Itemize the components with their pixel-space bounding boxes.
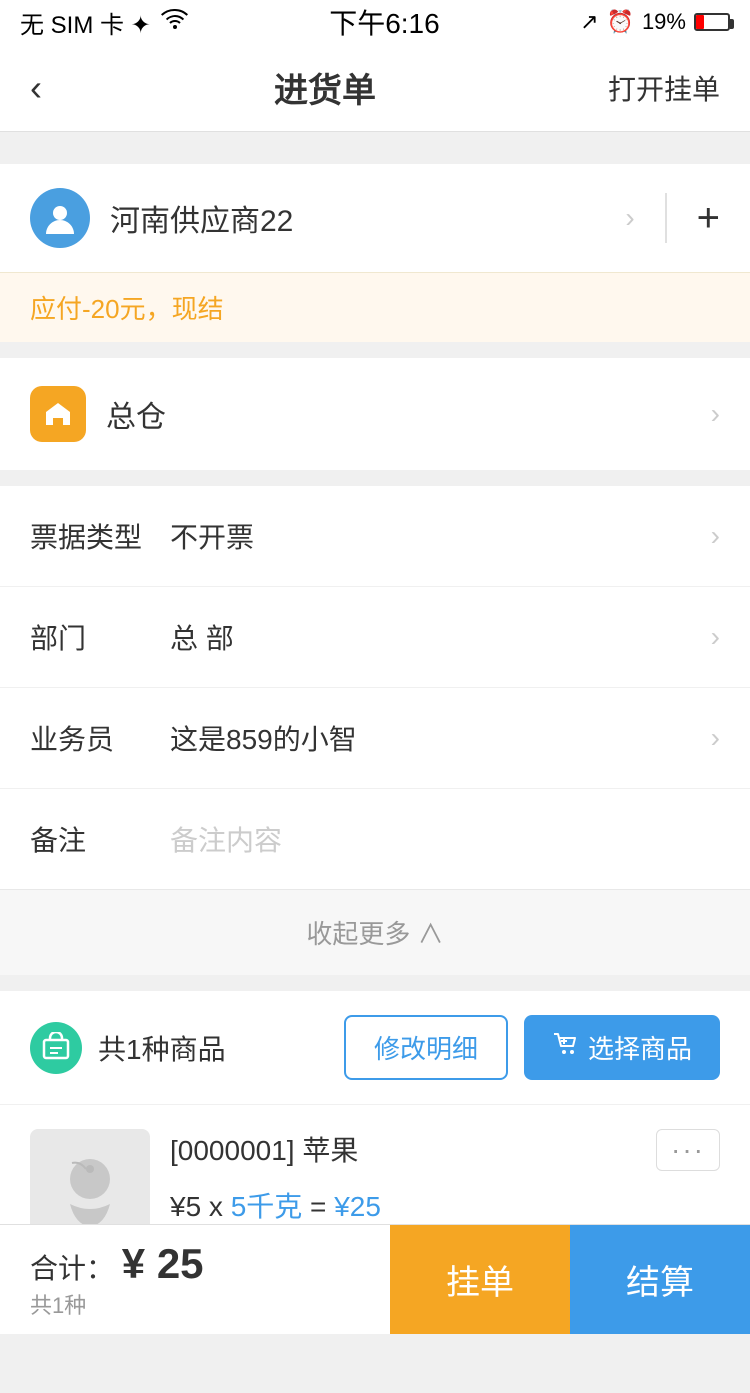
status-time: 下午6:16 bbox=[329, 2, 440, 42]
warehouse-row[interactable]: 总仓 › bbox=[0, 358, 750, 470]
collapse-button[interactable]: 收起更多 ∧ bbox=[0, 889, 750, 975]
warehouse-section: 总仓 › bbox=[0, 358, 750, 470]
separator-1 bbox=[0, 132, 750, 148]
supplier-chevron-icon: › bbox=[625, 202, 634, 234]
remark-label: 备注 bbox=[30, 819, 170, 859]
product-actions: 修改明细 选择商品 bbox=[344, 1015, 720, 1080]
edit-detail-button[interactable]: 修改明细 bbox=[344, 1015, 508, 1080]
product-header: 共1种商品 修改明细 选择商品 bbox=[0, 991, 750, 1105]
product-count-text: 共1种商品 bbox=[98, 1028, 344, 1068]
signal-text: 无 SIM 卡 ✦ bbox=[20, 5, 151, 40]
supplier-actions: › + bbox=[625, 193, 720, 243]
alarm-icon: ⏰ bbox=[607, 9, 634, 35]
nav-bar: ‹ 进货单 打开挂单 bbox=[0, 44, 750, 132]
product-count-icon bbox=[30, 1022, 82, 1074]
form-row-invoice-type[interactable]: 票据类型 不开票 › bbox=[0, 486, 750, 587]
status-right: ↗ ⏰ 19% bbox=[580, 9, 730, 35]
total-row: 合计： ¥ 25 bbox=[30, 1240, 360, 1288]
invoice-type-label: 票据类型 bbox=[30, 516, 170, 556]
select-product-button[interactable]: 选择商品 bbox=[524, 1015, 720, 1080]
wifi-icon bbox=[161, 8, 189, 36]
salesperson-chevron-icon: › bbox=[711, 722, 720, 754]
product-info: [0000001] 苹果 ¥5 x 5千克 = ¥25 bbox=[170, 1129, 656, 1225]
hang-button[interactable]: 挂单 bbox=[390, 1225, 570, 1334]
select-product-label: 选择商品 bbox=[588, 1029, 692, 1066]
total-amount: ¥ 25 bbox=[122, 1240, 204, 1287]
battery-icon bbox=[694, 13, 730, 31]
department-label: 部门 bbox=[30, 617, 170, 657]
department-value: 总 部 bbox=[170, 617, 711, 657]
warehouse-chevron-icon: › bbox=[711, 398, 720, 430]
bottom-bar: 合计： ¥ 25 共1种 挂单 结算 bbox=[0, 1224, 750, 1334]
supplier-avatar bbox=[30, 188, 90, 248]
status-bar: 无 SIM 卡 ✦ 下午6:16 ↗ ⏰ 19% bbox=[0, 0, 750, 44]
add-supplier-button[interactable]: + bbox=[697, 196, 720, 241]
supplier-row[interactable]: 河南供应商22 › + bbox=[0, 164, 750, 272]
warehouse-name: 总仓 bbox=[106, 392, 711, 436]
form-row-department[interactable]: 部门 总 部 › bbox=[0, 587, 750, 688]
divider bbox=[665, 193, 667, 243]
form-section: 票据类型 不开票 › 部门 总 部 › 业务员 这是859的小智 › 备注 备注… bbox=[0, 486, 750, 889]
status-left: 无 SIM 卡 ✦ bbox=[20, 5, 189, 40]
department-chevron-icon: › bbox=[711, 621, 720, 653]
open-pending-button[interactable]: 打开挂单 bbox=[608, 68, 720, 108]
back-button[interactable]: ‹ bbox=[30, 67, 42, 109]
settle-button[interactable]: 结算 bbox=[570, 1225, 750, 1334]
invoice-type-chevron-icon: › bbox=[711, 520, 720, 552]
remark-input[interactable]: 备注内容 bbox=[170, 819, 720, 859]
invoice-type-value: 不开票 bbox=[170, 516, 711, 556]
total-count: 共1种 bbox=[30, 1288, 360, 1320]
supplier-section: 河南供应商22 › + 应付-20元，现结 bbox=[0, 164, 750, 342]
more-options-button[interactable]: ··· bbox=[656, 1129, 720, 1171]
page-title: 进货单 bbox=[274, 63, 376, 112]
form-row-remark[interactable]: 备注 备注内容 bbox=[0, 789, 750, 889]
salesperson-label: 业务员 bbox=[30, 718, 170, 758]
salesperson-value: 这是859的小智 bbox=[170, 718, 711, 758]
form-row-salesperson[interactable]: 业务员 这是859的小智 › bbox=[0, 688, 750, 789]
warehouse-icon bbox=[30, 386, 86, 442]
location-icon: ↗ bbox=[580, 9, 598, 35]
product-more: ··· bbox=[656, 1129, 720, 1171]
supplier-name: 河南供应商22 bbox=[110, 196, 625, 240]
cart-icon bbox=[552, 1032, 580, 1063]
total-section: 合计： ¥ 25 共1种 bbox=[0, 1225, 390, 1334]
battery-percent: 19% bbox=[642, 9, 686, 35]
total-label: 合计： bbox=[30, 1253, 114, 1284]
product-name: [0000001] 苹果 bbox=[170, 1129, 656, 1169]
product-price: ¥5 x 5千克 = ¥25 bbox=[170, 1185, 656, 1225]
balance-hint: 应付-20元，现结 bbox=[0, 272, 750, 342]
